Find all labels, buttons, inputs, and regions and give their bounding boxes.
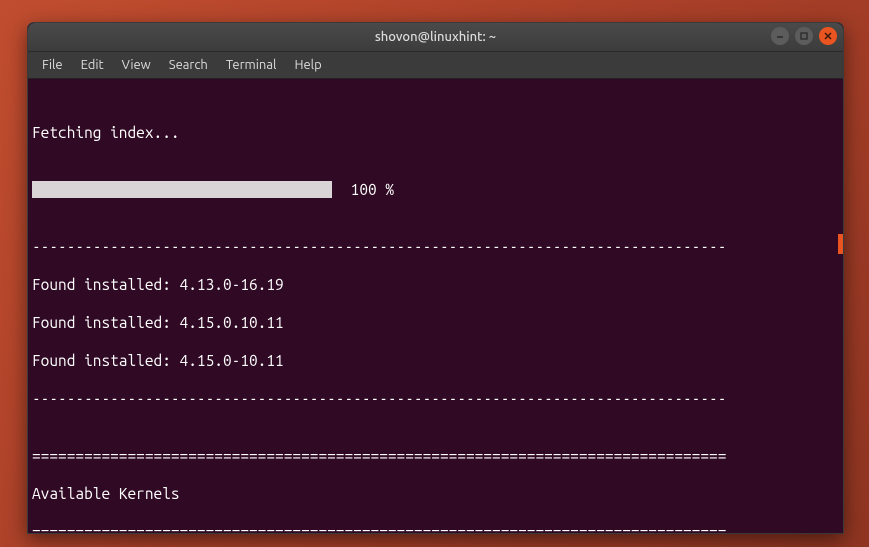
- titlebar: shovon@linuxhint: ~: [28, 23, 843, 52]
- window-controls: [771, 27, 837, 45]
- menubar: File Edit View Search Terminal Help: [28, 52, 843, 79]
- menu-file[interactable]: File: [34, 55, 71, 75]
- scrollbar-thumb[interactable]: [838, 234, 843, 254]
- minimize-button[interactable]: [771, 27, 789, 45]
- window-title: shovon@linuxhint: ~: [375, 30, 496, 44]
- output-line: Found installed: 4.13.0-16.19: [32, 275, 839, 294]
- progress-bar: [32, 181, 332, 198]
- output-line: ----------------------------------------…: [32, 237, 839, 256]
- output-line: ----------------------------------------…: [32, 389, 839, 408]
- output-line: Found installed: 4.15.0-10.11: [32, 351, 839, 370]
- menu-help[interactable]: Help: [286, 55, 329, 75]
- output-line: Fetching index...: [32, 123, 839, 142]
- terminal-output[interactable]: Fetching index... 100 % ----------------…: [28, 79, 843, 534]
- menu-terminal[interactable]: Terminal: [218, 55, 285, 75]
- progress-label: 100 %: [342, 180, 394, 199]
- terminal-window: shovon@linuxhint: ~ File Edit View Searc…: [27, 22, 844, 534]
- close-button[interactable]: [819, 27, 837, 45]
- menu-search[interactable]: Search: [161, 55, 216, 75]
- maximize-button[interactable]: [795, 27, 813, 45]
- menu-view[interactable]: View: [114, 55, 159, 75]
- progress-row: 100 %: [32, 180, 839, 199]
- output-line: Found installed: 4.15.0.10.11: [32, 313, 839, 332]
- menu-edit[interactable]: Edit: [73, 55, 112, 75]
- output-line: ========================================…: [32, 522, 839, 534]
- output-line: ========================================…: [32, 446, 839, 465]
- output-line: Available Kernels: [32, 484, 839, 503]
